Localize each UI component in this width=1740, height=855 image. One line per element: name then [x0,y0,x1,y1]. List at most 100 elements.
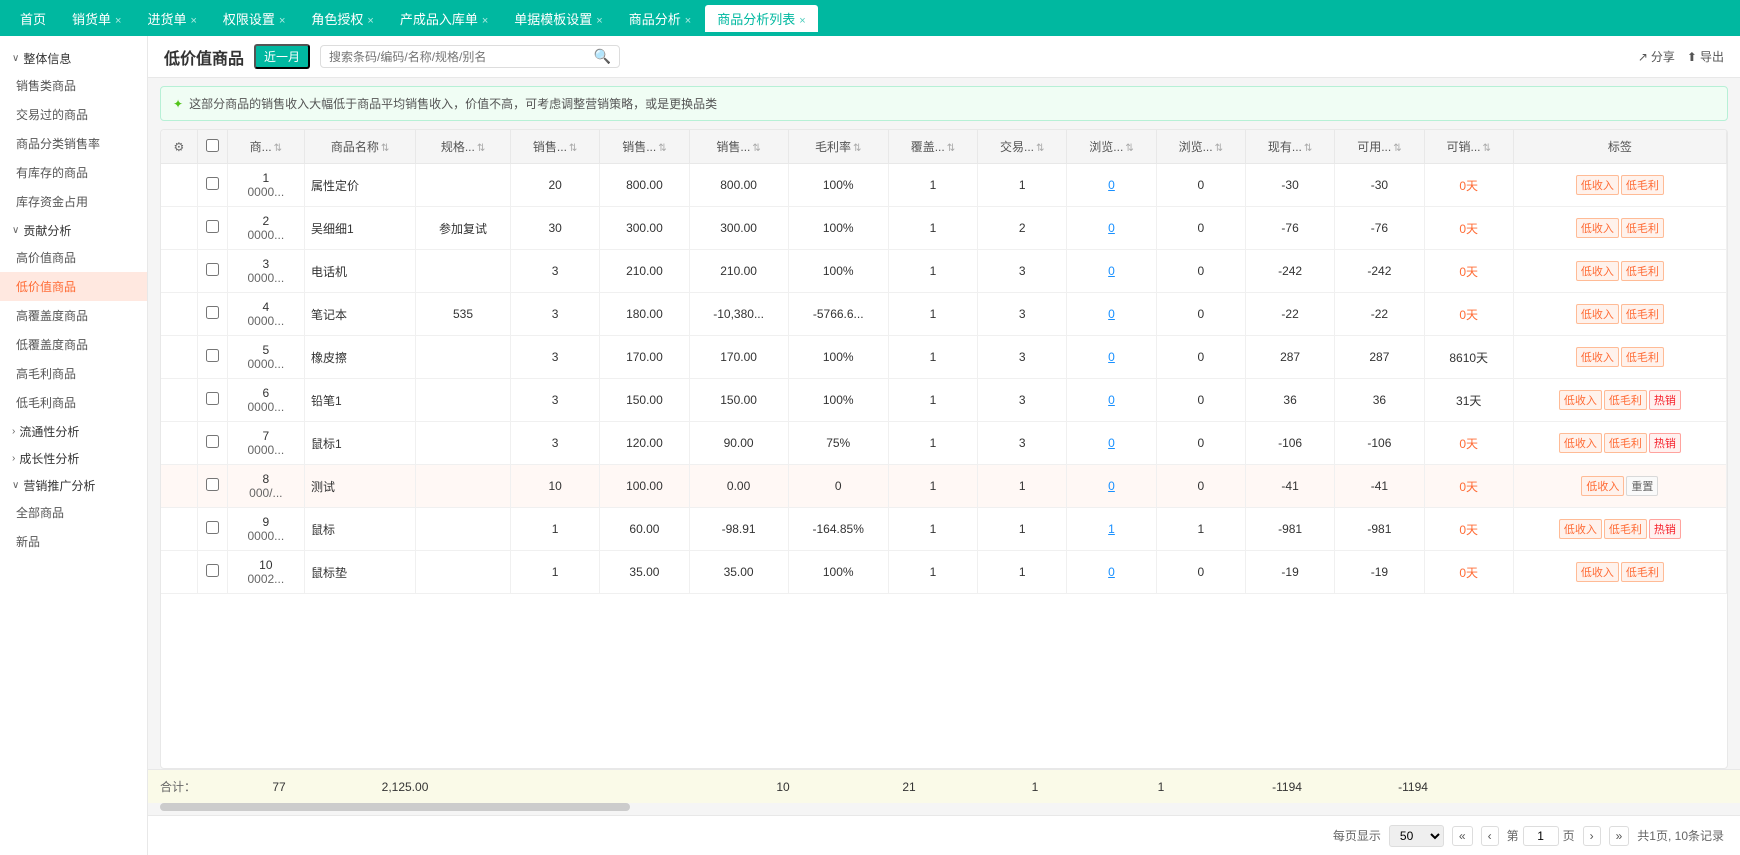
row-checkbox[interactable] [206,349,219,362]
browse-link[interactable]: 0 [1108,436,1115,450]
prev-page-button[interactable]: ‹ [1481,826,1499,846]
nav-template[interactable]: 单据模板设置× [502,5,614,32]
browse-link[interactable]: 0 [1108,393,1115,407]
sidebar-item-high-margin[interactable]: 高毛利商品 [0,359,147,388]
sidebar-item-category-rate[interactable]: 商品分类销售率 [0,129,147,158]
close-template-icon[interactable]: × [596,15,602,27]
sidebar-item-traded-goods[interactable]: 交易过的商品 [0,100,147,129]
checkbox-cell[interactable] [197,336,227,379]
checkbox-cell[interactable] [197,379,227,422]
row-checkbox[interactable] [206,220,219,233]
page-number-input[interactable] [1523,826,1559,846]
tags-col-header[interactable]: 标签 [1513,130,1726,164]
select-all-checkbox[interactable] [206,139,219,152]
close-purchase-icon[interactable]: × [190,15,196,27]
nav-role[interactable]: 角色授权× [299,5,385,32]
row-checkbox[interactable] [206,263,219,276]
row-checkbox[interactable] [206,435,219,448]
checkbox-cell[interactable] [197,465,227,508]
row-checkbox[interactable] [206,306,219,319]
nav-sales[interactable]: 销货单× [60,5,133,32]
export-button[interactable]: ⬆ 导出 [1687,48,1724,65]
first-page-button[interactable]: « [1452,826,1473,846]
sidebar-item-new-goods[interactable]: 新品 [0,527,147,556]
checkbox-cell[interactable] [197,293,227,336]
settings-icon[interactable]: ⚙ [173,140,184,154]
browse-link[interactable]: 0 [1108,565,1115,579]
sidebar-item-stock-fund[interactable]: 库存资金占用 [0,187,147,216]
nav-analysis[interactable]: 商品分析× [617,5,703,32]
nav-stock[interactable]: 产成品入库单× [388,5,500,32]
close-analysis-icon[interactable]: × [685,15,691,27]
checkbox-cell[interactable] [197,250,227,293]
checkbox-cell[interactable] [197,422,227,465]
nav-home[interactable]: 首页 [8,5,58,32]
sales1-col-header[interactable]: 销售...⇅ [510,130,599,164]
sidebar-item-low-coverage[interactable]: 低覆盖度商品 [0,330,147,359]
sidebar-group-marketing[interactable]: ∨ 营销推广分析 [0,471,147,498]
browse-link[interactable]: 0 [1108,350,1115,364]
row-checkbox[interactable] [206,177,219,190]
search-icon[interactable]: 🔍 [594,48,611,65]
close-sales-icon[interactable]: × [115,15,121,27]
trade-col-header[interactable]: 交易...⇅ [978,130,1067,164]
spec-col-header[interactable]: 规格...⇅ [416,130,511,164]
browse2-col-header[interactable]: 浏览...⇅ [1156,130,1245,164]
sidebar-group-growth[interactable]: › 成长性分析 [0,444,147,471]
sidebar-item-sales-goods[interactable]: 销售类商品 [0,71,147,100]
browse-link[interactable]: 0 [1108,307,1115,321]
close-stock-icon[interactable]: × [482,15,488,27]
page-size-select[interactable]: 50 100 200 [1389,825,1444,847]
sales3-col-header[interactable]: 销售...⇅ [689,130,788,164]
horizontal-scrollbar[interactable] [160,803,1728,811]
name-col-header[interactable]: 商品名称⇅ [305,130,416,164]
nav-purchase[interactable]: 进货单× [135,5,208,32]
sidebar-item-high-coverage[interactable]: 高覆盖度商品 [0,301,147,330]
coverage-col-header[interactable]: 覆盖...⇅ [888,130,977,164]
browse-link[interactable]: 0 [1108,178,1115,192]
row-checkbox[interactable] [206,478,219,491]
last-page-button[interactable]: » [1609,826,1630,846]
nav-analysis-list[interactable]: 商品分析列表× [705,5,817,32]
row-checkbox[interactable] [206,392,219,405]
close-role-icon[interactable]: × [367,15,373,27]
sidebar-item-high-value[interactable]: 高价值商品 [0,243,147,272]
nav-permission[interactable]: 权限设置× [211,5,297,32]
browse-link[interactable]: 0 [1108,479,1115,493]
browse-link[interactable]: 0 [1108,221,1115,235]
browse-link[interactable]: 1 [1108,522,1115,536]
row-checkbox[interactable] [206,521,219,534]
sidebar-item-all-goods[interactable]: 全部商品 [0,498,147,527]
close-permission-icon[interactable]: × [279,15,285,27]
time-filter-button[interactable]: 近一月 [254,44,310,69]
browse1-col-header[interactable]: 浏览...⇅ [1067,130,1156,164]
checkbox-cell[interactable] [197,508,227,551]
share-button[interactable]: ↗ 分享 [1638,48,1675,65]
sidebar-group-circulation[interactable]: › 流通性分析 [0,417,147,444]
sort-icon5: ⇅ [658,143,666,154]
sidebar-item-low-value[interactable]: 低价值商品 [0,272,147,301]
checkbox-cell[interactable] [197,164,227,207]
saleable-col-header[interactable]: 可销...⇅ [1424,130,1513,164]
checkbox-cell[interactable] [197,551,227,594]
code-col-header[interactable]: 商...⇅ [227,130,304,164]
close-analysis-list-icon[interactable]: × [799,15,805,27]
sidebar-group-contribution[interactable]: ∨ 贡献分析 [0,216,147,243]
sidebar-item-low-margin[interactable]: 低毛利商品 [0,388,147,417]
row-checkbox[interactable] [206,564,219,577]
checkbox-cell[interactable] [197,207,227,250]
sidebar-item-stock-goods[interactable]: 有库存的商品 [0,158,147,187]
checkbox-col-header[interactable] [197,130,227,164]
settings-col-header[interactable]: ⚙ [161,130,197,164]
current-col-header[interactable]: 现有...⇅ [1245,130,1334,164]
browse-link[interactable]: 0 [1108,264,1115,278]
available-col-header[interactable]: 可用...⇅ [1335,130,1424,164]
sidebar-group-overall[interactable]: ∨ 整体信息 [0,44,147,71]
page-label: 第 [1507,827,1519,844]
margin-col-header[interactable]: 毛利率⇅ [788,130,888,164]
footer-s2: 2,125.00 [342,780,468,794]
search-input[interactable] [329,50,594,64]
sales2-col-header[interactable]: 销售...⇅ [600,130,689,164]
scrollbar-thumb[interactable] [160,803,630,811]
next-page-button[interactable]: › [1583,826,1601,846]
